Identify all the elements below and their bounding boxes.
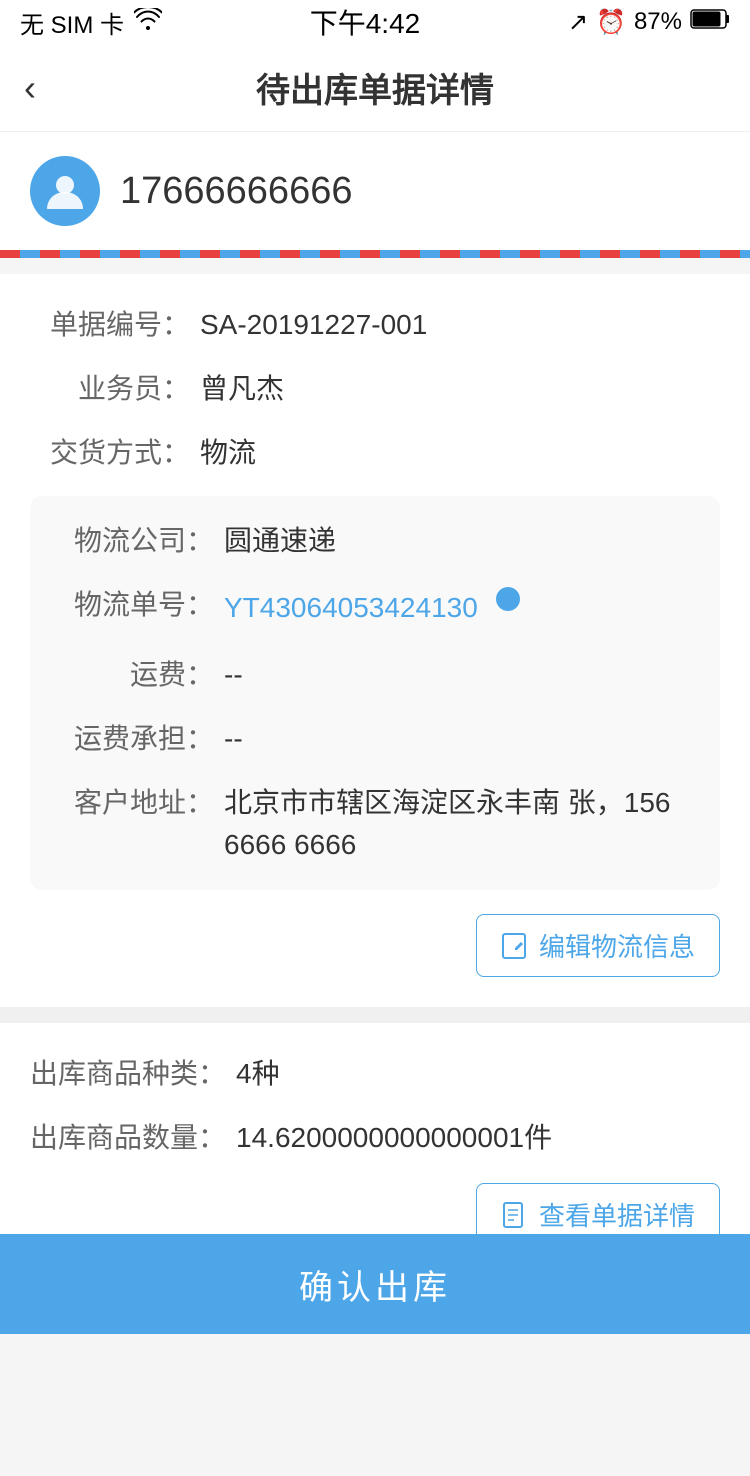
address-row: 客户地址： 北京市市辖区海淀区永丰南 张，156 6666 6666 bbox=[54, 782, 696, 866]
sim-label: 无 SIM 卡 bbox=[20, 5, 124, 40]
avatar bbox=[30, 156, 100, 226]
product-types-row: 出库商品种类： 4种 bbox=[30, 1053, 720, 1095]
confirm-bar[interactable]: 确认出库 bbox=[0, 1234, 750, 1334]
edit-logistics-button[interactable]: 编辑物流信息 bbox=[476, 914, 720, 977]
freight-label: 运费： bbox=[54, 654, 214, 696]
logistics-card: 物流公司： 圆通速递 物流单号： YT43064053424130 运费： -- bbox=[30, 496, 720, 890]
product-types-label: 出库商品种类： bbox=[30, 1053, 226, 1095]
logistics-company-value: 圆通速递 bbox=[214, 520, 696, 562]
status-right: ↗ ⏰ 87% bbox=[568, 8, 730, 37]
location-arrow-icon: ↗ bbox=[568, 8, 588, 37]
nav-bar: ‹ 待出库单据详情 bbox=[0, 44, 750, 132]
document-number-label: 单据编号： bbox=[30, 304, 190, 346]
delivery-label: 交货方式： bbox=[30, 432, 190, 474]
freight-bearer-value: -- bbox=[214, 718, 696, 760]
document-section: 单据编号： SA-20191227-001 业务员： 曾凡杰 交货方式： 物流 … bbox=[0, 274, 750, 1007]
freight-bearer-row: 运费承担： -- bbox=[54, 718, 696, 760]
view-details-label: 查看单据详情 bbox=[539, 1196, 695, 1233]
wifi-icon bbox=[134, 8, 162, 36]
document-number-value: SA-20191227-001 bbox=[190, 304, 720, 346]
address-label: 客户地址： bbox=[54, 782, 214, 824]
address-value: 北京市市辖区海淀区永丰南 张，156 6666 6666 bbox=[214, 782, 696, 866]
back-button[interactable]: ‹ bbox=[24, 67, 36, 109]
edit-icon bbox=[501, 932, 529, 960]
tracking-number-row: 物流单号： YT43064053424130 bbox=[54, 584, 696, 632]
product-qty-label: 出库商品数量： bbox=[30, 1117, 226, 1159]
gray-separator bbox=[0, 1007, 750, 1023]
logistics-company-label: 物流公司： bbox=[54, 520, 214, 562]
battery-label: 87% bbox=[634, 8, 682, 36]
customer-phone: 17666666666 bbox=[120, 170, 352, 213]
confirm-button-label: 确认出库 bbox=[299, 1260, 451, 1309]
delivery-row: 交货方式： 物流 bbox=[30, 432, 720, 474]
page-title: 待出库单据详情 bbox=[256, 63, 494, 112]
salesperson-value: 曾凡杰 bbox=[190, 368, 720, 410]
freight-row: 运费： -- bbox=[54, 654, 696, 696]
salesperson-row: 业务员： 曾凡杰 bbox=[30, 368, 720, 410]
salesperson-label: 业务员： bbox=[30, 368, 190, 410]
tracking-value: YT43064053424130 bbox=[214, 584, 696, 632]
dashed-divider bbox=[0, 250, 750, 258]
tracking-label: 物流单号： bbox=[54, 584, 214, 626]
edit-logistics-container: 编辑物流信息 bbox=[30, 914, 720, 977]
status-bar: 无 SIM 卡 下午4:42 ↗ ⏰ 87% bbox=[0, 0, 750, 44]
logistics-company-row: 物流公司： 圆通速递 bbox=[54, 520, 696, 562]
document-icon bbox=[501, 1201, 529, 1229]
product-qty-row: 出库商品数量： 14.6200000000000001件 bbox=[30, 1117, 720, 1159]
alarm-icon: ⏰ bbox=[596, 8, 626, 37]
edit-logistics-label: 编辑物流信息 bbox=[539, 927, 695, 964]
location-pin-icon[interactable] bbox=[490, 584, 526, 632]
freight-bearer-label: 运费承担： bbox=[54, 718, 214, 760]
freight-value: -- bbox=[214, 654, 696, 696]
status-time: 下午4:42 bbox=[310, 2, 421, 42]
delivery-value: 物流 bbox=[190, 432, 720, 474]
battery-icon bbox=[690, 8, 730, 36]
document-number-row: 单据编号： SA-20191227-001 bbox=[30, 304, 720, 346]
product-types-value: 4种 bbox=[226, 1053, 720, 1095]
customer-header: 17666666666 bbox=[0, 132, 750, 250]
product-qty-value: 14.6200000000000001件 bbox=[226, 1117, 720, 1159]
status-left: 无 SIM 卡 bbox=[20, 5, 162, 40]
